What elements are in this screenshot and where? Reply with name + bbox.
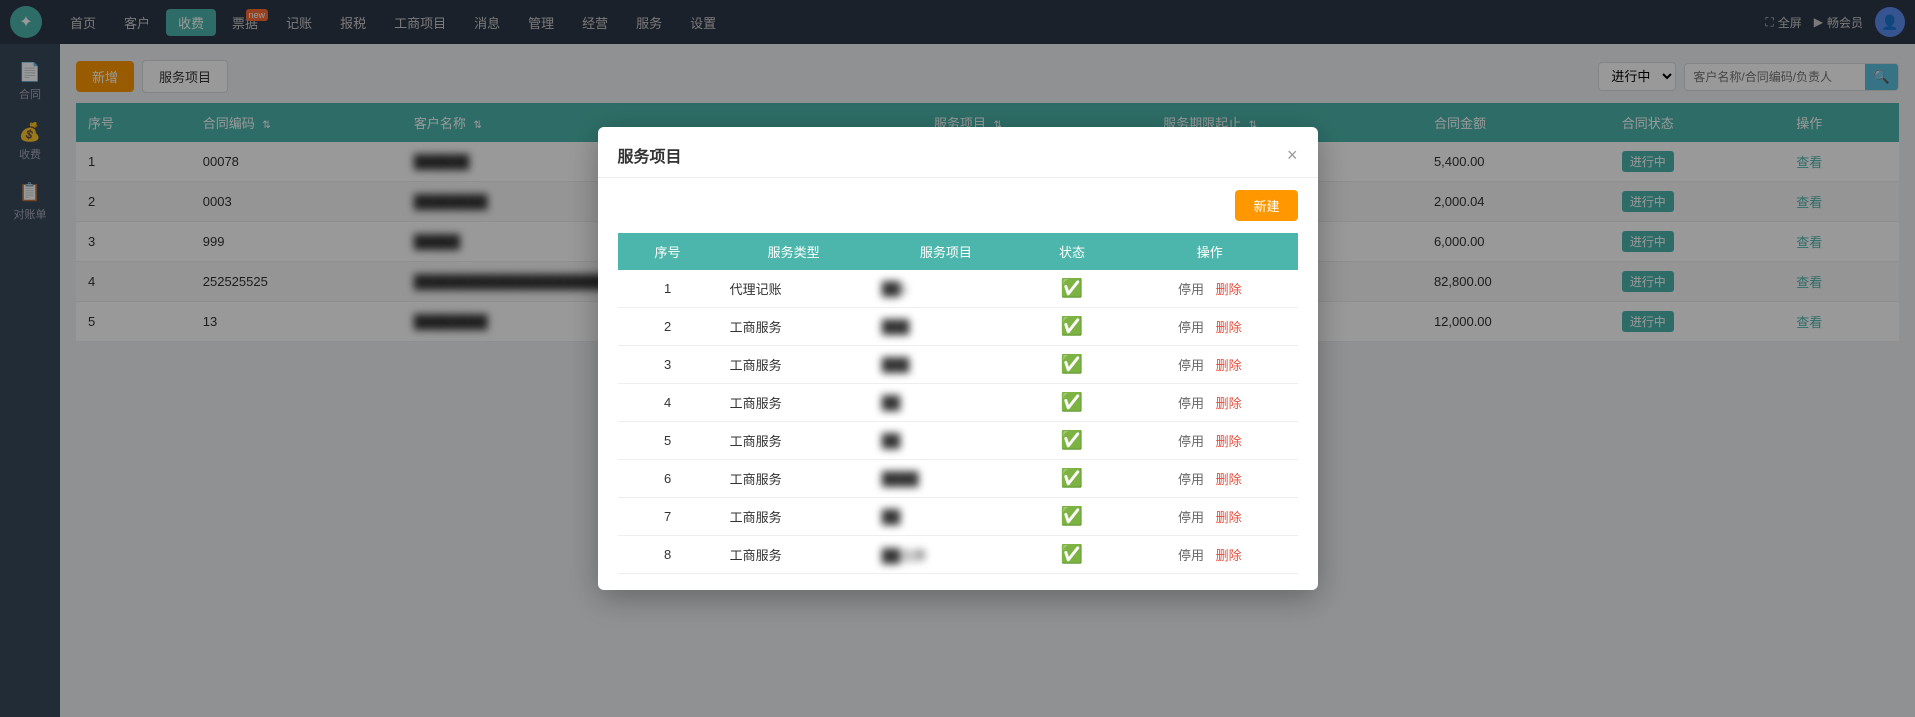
stop-button[interactable]: 停用 <box>1178 510 1204 525</box>
modal-cell-status: ✅ <box>1022 460 1122 498</box>
modal-cell-item: ██ <box>870 422 1022 460</box>
modal-cell-action[interactable]: 停用 删除 <box>1122 536 1297 574</box>
modal-cell-status: ✅ <box>1022 536 1122 574</box>
modal-cell-action[interactable]: 停用 删除 <box>1122 460 1297 498</box>
modal-cell-status: ✅ <box>1022 498 1122 536</box>
modal-col-header-2: 服务项目 <box>870 233 1022 270</box>
modal-cell-type: 代理记账 <box>718 270 870 308</box>
modal-cell-item: ██注册 <box>870 536 1022 574</box>
modal-cell-id: 2 <box>618 308 718 346</box>
modal-cell-item: ████ <box>870 460 1022 498</box>
modal-toolbar: 新建 <box>598 178 1318 233</box>
modal-cell-action[interactable]: 停用 删除 <box>1122 422 1297 460</box>
modal-cell-id: 8 <box>618 536 718 574</box>
status-check-icon: ✅ <box>1061 316 1083 336</box>
status-check-icon: ✅ <box>1061 430 1083 450</box>
modal-col-header-3: 状态 <box>1022 233 1122 270</box>
modal-cell-type: 工商服务 <box>718 422 870 460</box>
modal-cell-status: ✅ <box>1022 270 1122 308</box>
status-check-icon: ✅ <box>1061 468 1083 488</box>
modal-col-header-4: 操作 <box>1122 233 1297 270</box>
modal-col-header-0: 序号 <box>618 233 718 270</box>
status-check-icon: ✅ <box>1061 354 1083 374</box>
modal-cell-id: 5 <box>618 422 718 460</box>
modal-cell-type: 工商服务 <box>718 308 870 346</box>
delete-button[interactable]: 删除 <box>1216 358 1242 373</box>
modal-cell-type: 工商服务 <box>718 460 870 498</box>
delete-button[interactable]: 删除 <box>1216 396 1242 411</box>
modal-cell-item: ██ <box>870 384 1022 422</box>
modal-new-button[interactable]: 新建 <box>1235 190 1297 221</box>
delete-button[interactable]: 删除 <box>1216 472 1242 487</box>
modal-cell-item: ███ <box>870 346 1022 384</box>
delete-button[interactable]: 删除 <box>1216 510 1242 525</box>
modal-cell-id: 6 <box>618 460 718 498</box>
modal-header: 服务项目 × <box>598 127 1318 178</box>
service-items-table: 序号服务类型服务项目状态操作 1 代理记账 ██1 ✅ 停用 删除 2 工商服务… <box>618 233 1298 574</box>
modal-close-button[interactable]: × <box>1287 146 1298 164</box>
modal-cell-status: ✅ <box>1022 422 1122 460</box>
delete-button[interactable]: 删除 <box>1216 320 1242 335</box>
stop-button[interactable]: 停用 <box>1178 472 1204 487</box>
modal-table-row: 3 工商服务 ███ ✅ 停用 删除 <box>618 346 1298 384</box>
modal-body: 序号服务类型服务项目状态操作 1 代理记账 ██1 ✅ 停用 删除 2 工商服务… <box>598 233 1318 590</box>
modal-cell-action[interactable]: 停用 删除 <box>1122 270 1297 308</box>
delete-button[interactable]: 删除 <box>1216 282 1242 297</box>
stop-button[interactable]: 停用 <box>1178 434 1204 449</box>
modal-cell-type: 工商服务 <box>718 384 870 422</box>
modal-table-row: 6 工商服务 ████ ✅ 停用 删除 <box>618 460 1298 498</box>
stop-button[interactable]: 停用 <box>1178 358 1204 373</box>
modal-cell-status: ✅ <box>1022 308 1122 346</box>
modal-cell-type: 工商服务 <box>718 536 870 574</box>
modal-cell-item: ██ <box>870 498 1022 536</box>
service-modal: 服务项目 × 新建 序号服务类型服务项目状态操作 1 代理记账 ██1 ✅ 停用… <box>598 127 1318 590</box>
modal-table-row: 7 工商服务 ██ ✅ 停用 删除 <box>618 498 1298 536</box>
status-check-icon: ✅ <box>1061 544 1083 564</box>
modal-cell-id: 7 <box>618 498 718 536</box>
modal-table-row: 5 工商服务 ██ ✅ 停用 删除 <box>618 422 1298 460</box>
status-check-icon: ✅ <box>1061 506 1083 526</box>
status-check-icon: ✅ <box>1061 392 1083 412</box>
modal-cell-action[interactable]: 停用 删除 <box>1122 384 1297 422</box>
modal-overlay[interactable]: 服务项目 × 新建 序号服务类型服务项目状态操作 1 代理记账 ██1 ✅ 停用… <box>0 0 1915 717</box>
modal-cell-action[interactable]: 停用 删除 <box>1122 308 1297 346</box>
modal-cell-id: 4 <box>618 384 718 422</box>
modal-title: 服务项目 <box>618 143 682 167</box>
status-check-icon: ✅ <box>1061 278 1083 298</box>
stop-button[interactable]: 停用 <box>1178 282 1204 297</box>
modal-cell-item: ██1 <box>870 270 1022 308</box>
modal-cell-action[interactable]: 停用 删除 <box>1122 498 1297 536</box>
modal-cell-item: ███ <box>870 308 1022 346</box>
modal-cell-status: ✅ <box>1022 346 1122 384</box>
modal-cell-id: 1 <box>618 270 718 308</box>
modal-cell-type: 工商服务 <box>718 498 870 536</box>
modal-cell-type: 工商服务 <box>718 346 870 384</box>
modal-col-header-1: 服务类型 <box>718 233 870 270</box>
modal-table-row: 2 工商服务 ███ ✅ 停用 删除 <box>618 308 1298 346</box>
stop-button[interactable]: 停用 <box>1178 548 1204 563</box>
modal-cell-id: 3 <box>618 346 718 384</box>
delete-button[interactable]: 删除 <box>1216 548 1242 563</box>
modal-table-row: 4 工商服务 ██ ✅ 停用 删除 <box>618 384 1298 422</box>
modal-cell-action[interactable]: 停用 删除 <box>1122 346 1297 384</box>
modal-cell-status: ✅ <box>1022 384 1122 422</box>
modal-table-row: 1 代理记账 ██1 ✅ 停用 删除 <box>618 270 1298 308</box>
modal-table-row: 8 工商服务 ██注册 ✅ 停用 删除 <box>618 536 1298 574</box>
delete-button[interactable]: 删除 <box>1216 434 1242 449</box>
stop-button[interactable]: 停用 <box>1178 320 1204 335</box>
stop-button[interactable]: 停用 <box>1178 396 1204 411</box>
